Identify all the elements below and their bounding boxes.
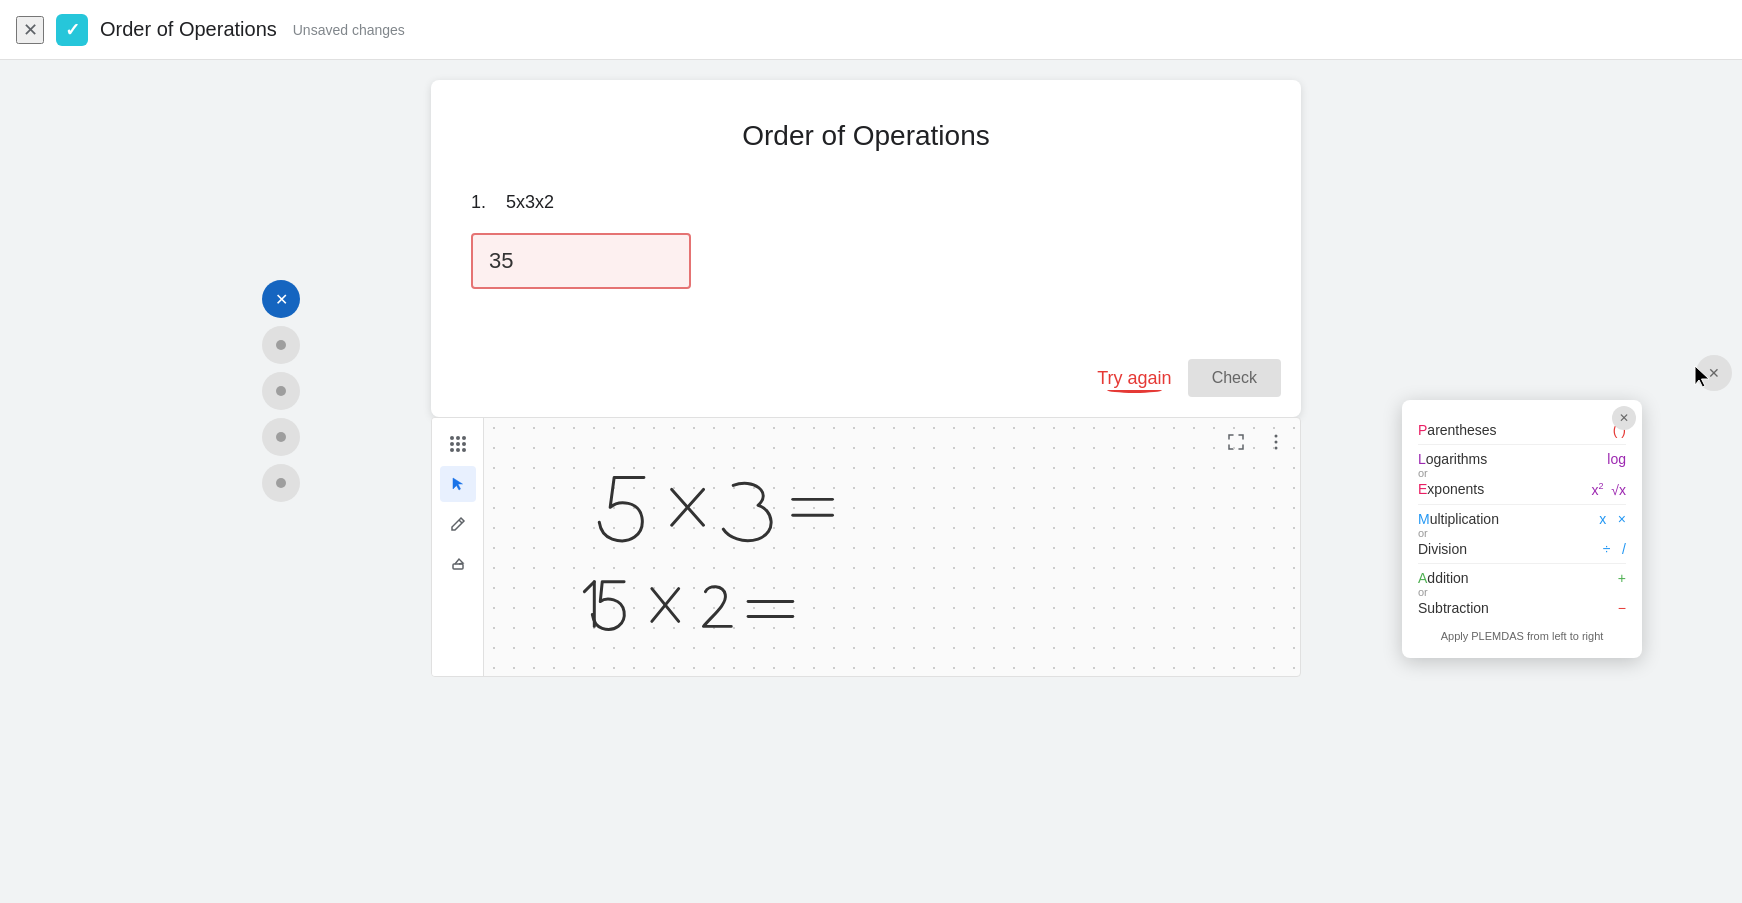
plemdas-parentheses-row: Parentheses ( ) — [1418, 416, 1626, 445]
multiplication-symbols: x × — [1599, 511, 1626, 527]
or-label-1: or — [1418, 467, 1626, 481]
parentheses-label: Parentheses — [1418, 422, 1497, 438]
document-title: Order of Operations — [100, 18, 277, 41]
question-text: 1. 5x3x2 — [471, 192, 1261, 213]
check-button[interactable]: Check — [1188, 359, 1281, 397]
tool-panel: ✕ — [262, 280, 300, 502]
slide-title-area: Order of Operations — [431, 80, 1301, 172]
slide-container: Order of Operations 1. 5x3x2 Try again C… — [431, 80, 1301, 417]
addition-label: Addition — [1418, 570, 1469, 586]
main-area: ✕ Order of Operations 1. — [0, 60, 1742, 903]
x-icon: ✕ — [275, 290, 288, 309]
try-again-button[interactable]: Try again — [1097, 368, 1171, 389]
right-area: ✕ Parentheses ( ) Logarithms log or — [1422, 60, 1742, 903]
dismiss-button[interactable]: ✕ — [262, 280, 300, 318]
drawing-panel[interactable] — [431, 417, 1301, 677]
answer-input[interactable] — [471, 233, 691, 289]
circle-icon-4 — [276, 478, 286, 488]
slide-title: Order of Operations — [451, 120, 1281, 152]
plemdas-popup: ✕ Parentheses ( ) Logarithms log or — [1402, 400, 1642, 658]
exponents-label: Exponents — [1418, 481, 1484, 497]
popup-close-x-button[interactable]: ✕ — [1696, 355, 1732, 391]
exponents-symbols: x2 √x — [1592, 481, 1626, 498]
division-symbols: ÷ / — [1603, 541, 1626, 557]
addition-symbols: + — [1618, 570, 1626, 586]
circle-icon-2 — [276, 386, 286, 396]
circle-icon-3 — [276, 432, 286, 442]
unsaved-status: Unsaved changes — [293, 22, 405, 38]
answer-input-wrapper — [471, 233, 1261, 289]
addition-section: Addition + or Subtraction − — [1418, 564, 1626, 622]
logarithms-label: Logarithms — [1418, 451, 1487, 467]
eraser-tool-button[interactable] — [440, 546, 476, 582]
multiplication-label: Multiplication — [1418, 511, 1499, 527]
logarithms-section: Logarithms log or Exponents x2 √x — [1418, 445, 1626, 505]
subtraction-symbols: − — [1618, 600, 1626, 616]
dot-tool-3[interactable] — [262, 418, 300, 456]
close-button[interactable]: ✕ — [16, 16, 44, 44]
circle-icon-1 — [276, 340, 286, 350]
center-content: Order of Operations 1. 5x3x2 Try again C… — [310, 60, 1422, 903]
subtraction-label: Subtraction — [1418, 600, 1489, 616]
dot-tool-1[interactable] — [262, 326, 300, 364]
svg-rect-0 — [453, 564, 463, 569]
dot-tool-4[interactable] — [262, 464, 300, 502]
close-popup-button[interactable]: ✕ — [1612, 406, 1636, 430]
left-sidebar: ✕ — [0, 60, 310, 903]
pen-tool-button[interactable] — [440, 506, 476, 542]
plemdas-note: Apply PLEMDAS from left to right — [1418, 630, 1626, 642]
drawing-canvas[interactable] — [484, 418, 1300, 676]
app-logo: ✓ — [56, 14, 88, 46]
action-buttons: Try again Check — [431, 359, 1301, 417]
grid-handle-icon[interactable] — [440, 426, 476, 462]
division-label: Division — [1418, 541, 1467, 557]
drawing-toolbar — [432, 418, 484, 676]
multiplication-section: Multiplication x × or Division ÷ / — [1418, 505, 1626, 564]
logarithms-symbols: log — [1607, 451, 1626, 467]
or-label-3: or — [1418, 586, 1626, 600]
cursor-tool-button[interactable] — [440, 466, 476, 502]
topbar: ✕ ✓ Order of Operations Unsaved changes — [0, 0, 1742, 60]
dot-tool-2[interactable] — [262, 372, 300, 410]
question-area: 1. 5x3x2 — [431, 172, 1301, 359]
or-label-2: or — [1418, 527, 1626, 541]
